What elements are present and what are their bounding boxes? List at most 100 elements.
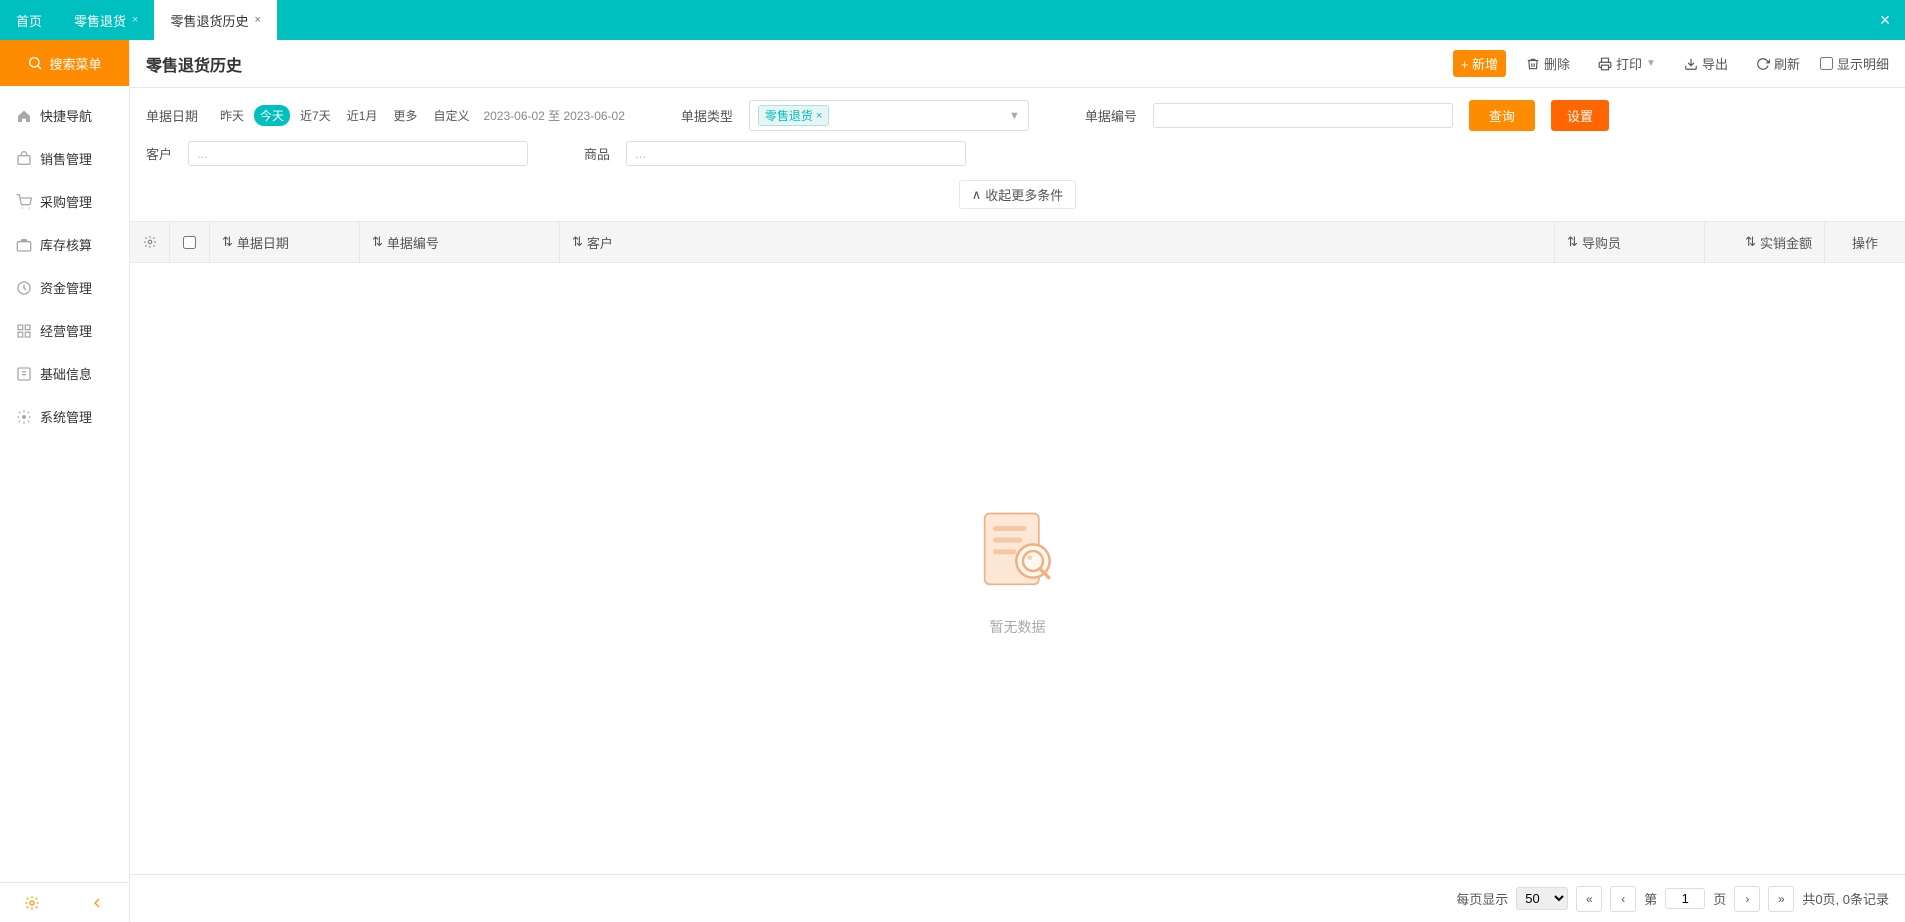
collapse-icon: ∧ [972,187,982,203]
collapse-button[interactable]: ∧ 收起更多条件 [959,180,1077,209]
sidebar-item-basic-info[interactable]: 基础信息 [0,352,129,395]
customer-label: 客户 [146,144,172,163]
sort-icon-amount: ⇅ [1745,234,1756,250]
select-all-checkbox[interactable] [183,236,196,249]
th-amount[interactable]: ⇅ 实销金额 [1705,222,1825,262]
th-doc-date[interactable]: ⇅ 单据日期 [210,222,360,262]
arrow-left-icon [89,895,105,911]
sort-icon-docno: ⇅ [372,234,383,250]
doc-date-label: 单据日期 [146,106,198,125]
th-ops: 操作 [1825,222,1905,262]
goods-label: 商品 [584,144,610,163]
window-close-button[interactable]: × [1865,0,1905,40]
export-button[interactable]: 导出 [1676,50,1736,77]
query-button[interactable]: 查询 [1469,100,1535,131]
print-button[interactable]: 打印 ▼ [1590,50,1664,77]
prev-page-button[interactable]: ‹ [1610,886,1636,912]
tab-retail-return-history-close[interactable]: × [254,14,260,26]
info-icon [16,366,32,382]
goods-placeholder: ... [635,146,646,161]
collapse-row: ∧ 收起更多条件 [146,176,1889,209]
doc-type-tag: 零售退货 × [758,105,829,126]
doc-type-label: 单据类型 [681,106,733,125]
empty-icon [968,501,1068,601]
next-page-button[interactable]: › [1734,886,1760,912]
settings-icon [143,235,157,249]
inventory-icon [16,237,32,253]
sidebar-item-sales-mgmt[interactable]: 销售管理 [0,137,129,180]
doc-type-select[interactable]: 零售退货 × ▼ [749,100,1029,131]
tab-retail-return-history[interactable]: 零售退货历史 × [154,0,276,40]
finance-icon [16,280,32,296]
sidebar-item-quick-nav[interactable]: 快捷导航 [0,94,129,137]
page-actions: + 新增 删除 打印 ▼ 导出 刷新 [1453,50,1889,77]
date-opt-last7[interactable]: 近7天 [294,105,337,126]
doc-type-arrow: ▼ [1009,110,1020,122]
filter-area: 单据日期 昨天 今天 近7天 近1月 更多 自定义 2023-06-02 至 2… [130,88,1905,222]
sidebar-item-finance[interactable]: 资金管理 [0,266,129,309]
th-checkbox[interactable] [170,222,210,262]
page-header: 零售退货历史 + 新增 删除 打印 ▼ 导出 刷新 [130,40,1905,88]
th-settings[interactable] [130,222,170,262]
tab-list: 首页 零售退货 × 零售退货历史 × [0,0,1865,40]
add-button[interactable]: + 新增 [1453,50,1506,77]
date-opt-yesterday[interactable]: 昨天 [214,105,250,126]
last-page-button[interactable]: » [1768,886,1794,912]
sort-icon-customer: ⇅ [572,234,583,250]
sidebar-collapse-button[interactable] [65,883,130,922]
content-area: 零售退货历史 + 新增 删除 打印 ▼ 导出 刷新 [130,40,1905,922]
search-icon [27,55,43,71]
sidebar-settings-button[interactable] [0,883,65,922]
settings-button[interactable]: 设置 [1551,100,1609,131]
tab-retail-return-close[interactable]: × [132,14,138,26]
sort-icon-date: ⇅ [222,234,233,250]
doc-no-label: 单据编号 [1085,106,1137,125]
show-detail-checkbox[interactable]: 显示明细 [1820,54,1889,73]
th-guide[interactable]: ⇅ 导购员 [1555,222,1705,262]
print-icon [1598,57,1612,71]
per-page-select[interactable]: 102050100 [1516,887,1568,910]
sidebar-item-purchase-mgmt[interactable]: 采购管理 [0,180,129,223]
doc-type-tag-close[interactable]: × [816,110,822,122]
sidebar-search[interactable]: 搜索菜单 [0,40,129,86]
empty-text: 暂无数据 [990,617,1046,637]
th-customer[interactable]: ⇅ 客户 [560,222,1555,262]
first-page-button[interactable]: « [1576,886,1602,912]
top-bar: 首页 零售退货 × 零售退货历史 × × [0,0,1905,40]
date-opt-more[interactable]: 更多 [387,105,423,126]
sidebar-item-operation[interactable]: 经营管理 [0,309,129,352]
date-opt-today[interactable]: 今天 [254,105,290,126]
gear-icon [24,895,40,911]
doc-no-input[interactable] [1153,103,1453,128]
customer-placeholder: ... [197,146,208,161]
filter-row-2: 客户 ... 商品 ... [146,141,1889,166]
delete-button[interactable]: 删除 [1518,50,1578,77]
date-opt-custom[interactable]: 自定义 [427,105,475,126]
main-layout: 搜索菜单 快捷导航 销售管理 采购管理 库存核算 资金管理 [0,40,1905,922]
pagination: 每页显示 102050100 « ‹ 第 页 › » 共0页, 0条记录 [130,874,1905,922]
sidebar-nav: 快捷导航 销售管理 采购管理 库存核算 资金管理 经营管理 [0,86,129,882]
goods-select[interactable]: ... [626,141,966,166]
date-options: 昨天 今天 近7天 近1月 更多 自定义 2023-06-02 至 2023-0… [214,105,625,126]
sidebar-item-inventory[interactable]: 库存核算 [0,223,129,266]
refresh-button[interactable]: 刷新 [1748,50,1808,77]
system-icon [16,409,32,425]
refresh-icon [1756,57,1770,71]
delete-icon [1526,57,1540,71]
table-area: ⇅ 单据日期 ⇅ 单据编号 ⇅ 客户 ⇅ 导购员 ⇅ 实销金额 [130,222,1905,874]
date-opt-last1m[interactable]: 近1月 [341,105,384,126]
th-doc-no[interactable]: ⇅ 单据编号 [360,222,560,262]
sidebar-item-system[interactable]: 系统管理 [0,395,129,438]
page-input[interactable] [1665,888,1705,909]
purchase-icon [16,194,32,210]
print-arrow[interactable]: ▼ [1646,58,1656,69]
home-icon [16,108,32,124]
customer-select[interactable]: ... [188,141,528,166]
tab-home[interactable]: 首页 [0,0,58,40]
show-detail-input[interactable] [1820,57,1833,70]
filter-row-1: 单据日期 昨天 今天 近7天 近1月 更多 自定义 2023-06-02 至 2… [146,100,1889,131]
sort-icon-guide: ⇅ [1567,234,1578,250]
sidebar: 搜索菜单 快捷导航 销售管理 采购管理 库存核算 资金管理 [0,40,130,922]
date-range-display: 2023-06-02 至 2023-06-02 [483,107,624,124]
tab-retail-return[interactable]: 零售退货 × [58,0,154,40]
